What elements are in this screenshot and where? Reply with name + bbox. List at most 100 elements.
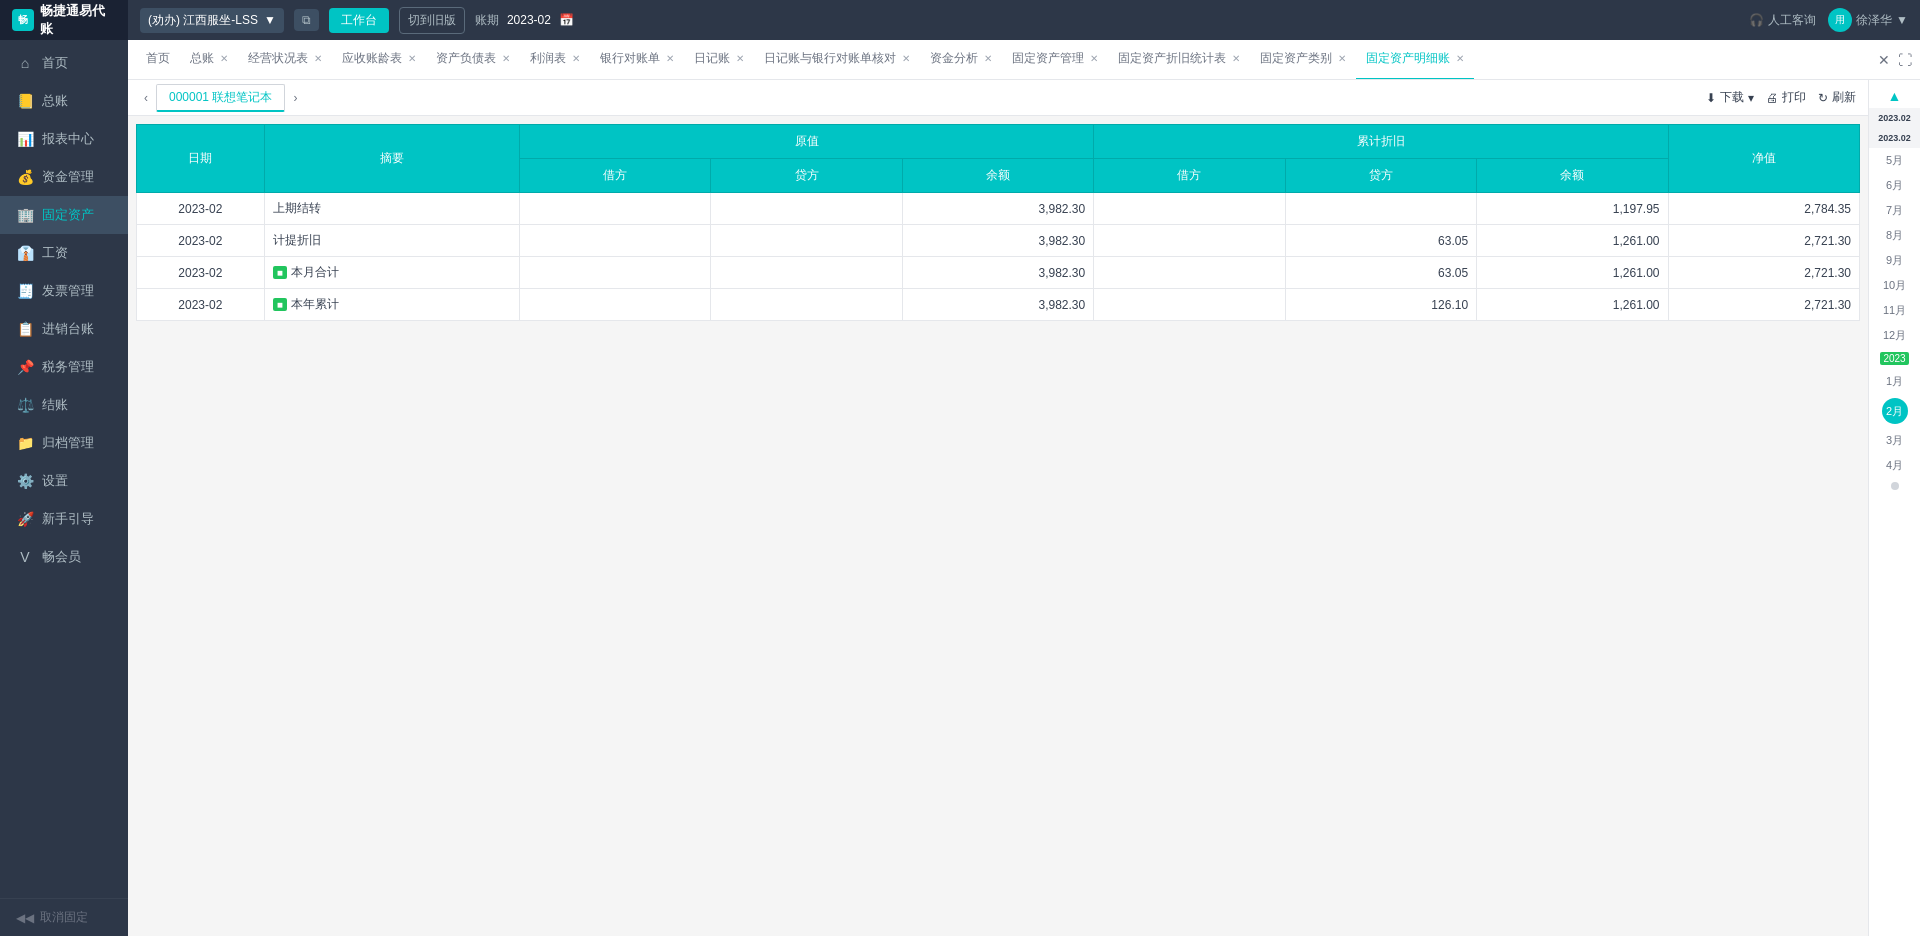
tab-depreciation-stat[interactable]: 固定资产折旧统计表 ✕ [1108,40,1250,80]
sidebar-item-tax[interactable]: 📌 税务管理 [0,348,128,386]
sidebar-item-invoice[interactable]: 🧾 发票管理 [0,272,128,310]
date-nav-4[interactable]: 4月 [1869,453,1920,478]
period-label: 账期 2023-02 📅 [475,12,574,29]
tax-icon: 📌 [16,359,34,375]
print-button[interactable]: 🖨 打印 [1766,89,1806,106]
date-nav-3[interactable]: 3月 [1869,428,1920,453]
tab-receivable-aging[interactable]: 应收账龄表 ✕ [332,40,426,80]
th-orig-credit: 贷方 [711,159,902,193]
tab-depreciation-stat-close[interactable]: ✕ [1232,53,1240,64]
tab-journal[interactable]: 日记账 ✕ [684,40,754,80]
sidebar-item-settings[interactable]: ⚙️ 设置 [0,462,128,500]
vip-icon: V [16,549,34,565]
download-button[interactable]: ⬇ 下载 ▾ [1706,89,1754,106]
tab-asset-mgmt[interactable]: 固定资产管理 ✕ [1002,40,1108,80]
tabbar: 首页 总账 ✕ 经营状况表 ✕ 应收账龄表 ✕ 资产负债表 ✕ 利润表 ✕ 银行… [128,40,1920,80]
copy-button[interactable]: ⧉ [294,9,319,31]
date-nav-11[interactable]: 11月 [1869,298,1920,323]
active-month[interactable]: 2月 [1882,398,1908,424]
closing-icon: ⚖️ [16,397,34,413]
date-nav-10[interactable]: 10月 [1869,273,1920,298]
sidebar-item-home[interactable]: ⌂ 首页 [0,44,128,82]
sidebar-item-funds[interactable]: 💰 资金管理 [0,158,128,196]
date-nav-6[interactable]: 6月 [1869,173,1920,198]
user-service[interactable]: 🎧 人工客询 [1749,12,1816,29]
sidebar-item-inventory[interactable]: 📋 进销台账 [0,310,128,348]
invoice-icon: 🧾 [16,283,34,299]
cell-date: 2023-02 [137,289,265,321]
right-date-nav: ▲ 2023.02 2023.02 5月 6月 7月 8月 9月 10月 11月… [1868,80,1920,936]
date-nav-7[interactable]: 7月 [1869,198,1920,223]
date-nav-1[interactable]: 1月 [1869,369,1920,394]
sidebar-item-archive-label: 归档管理 [42,434,94,452]
tab-bank-statement-label: 银行对账单 [600,50,660,67]
sidebar-item-archive[interactable]: 📁 归档管理 [0,424,128,462]
tab-asset-category-close[interactable]: ✕ [1338,53,1346,64]
cell-orig-credit [711,257,902,289]
tab-reconcile[interactable]: 日记账与银行对账单核对 ✕ [754,40,920,80]
tab-asset-detail-close[interactable]: ✕ [1456,53,1464,64]
tab-close-all-icon[interactable]: ✕ [1878,52,1890,68]
tab-asset-mgmt-close[interactable]: ✕ [1090,53,1098,64]
username: 徐泽华 [1856,12,1892,29]
tab-balance-close[interactable]: ✕ [502,53,510,64]
tab-maximize-icon[interactable]: ⛶ [1898,52,1912,68]
tab-asset-category[interactable]: 固定资产类别 ✕ [1250,40,1356,80]
sidebar-item-closing[interactable]: ⚖️ 结账 [0,386,128,424]
avatar-icon: 用 [1828,8,1852,32]
sidebar-item-ledger[interactable]: 📒 总账 [0,82,128,120]
tab-journal-close[interactable]: ✕ [736,53,744,64]
tab-receivable-close[interactable]: ✕ [408,53,416,64]
cell-acc-credit: 63.05 [1285,225,1476,257]
cell-orig-debit [519,289,710,321]
cell-summary: ■本月合计 [264,257,519,289]
date-nav-up[interactable]: ▲ [1884,84,1906,108]
date-nav-5[interactable]: 5月 [1869,148,1920,173]
date-nav-8[interactable]: 8月 [1869,223,1920,248]
tab-fund-analysis-close[interactable]: ✕ [984,53,992,64]
tab-reconcile-close[interactable]: ✕ [902,53,910,64]
company-selector[interactable]: (劝办) 江西服坐-LSS ▼ [140,8,284,33]
sidebar-item-settings-label: 设置 [42,472,68,490]
active-month-container[interactable]: 2月 [1882,394,1908,428]
calendar-icon[interactable]: 📅 [559,13,574,27]
cell-orig-balance: 3,982.30 [902,257,1093,289]
tab-bank-statement[interactable]: 银行对账单 ✕ [590,40,684,80]
subtab-prev[interactable]: ‹ [140,89,152,107]
tab-home-label: 首页 [146,50,170,67]
user-avatar[interactable]: 用 徐泽华 ▼ [1828,8,1908,32]
th-date: 日期 [137,125,265,193]
sidebar-item-reports[interactable]: 📊 报表中心 [0,120,128,158]
company-dropdown-icon: ▼ [264,13,276,27]
sidebar-item-guide[interactable]: 🚀 新手引导 [0,500,128,538]
asset-detail-table: 日期 摘要 原值 累计折旧 净值 借方 贷方 余额 借方 贷方 余额 [136,124,1860,321]
sidebar-item-ledger-label: 总账 [42,92,68,110]
tab-profit-close[interactable]: ✕ [572,53,580,64]
subtab-next[interactable]: › [289,89,301,107]
tab-home[interactable]: 首页 [136,40,180,80]
tab-balance-sheet[interactable]: 资产负债表 ✕ [426,40,520,80]
sidebar-item-payroll[interactable]: 👔 工资 [0,234,128,272]
tab-ledger-close[interactable]: ✕ [220,53,228,64]
tab-asset-detail[interactable]: 固定资产明细账 ✕ [1356,40,1474,80]
switch-old-button[interactable]: 切到旧版 [399,7,465,34]
date-nav-9[interactable]: 9月 [1869,248,1920,273]
refresh-button[interactable]: ↻ 刷新 [1818,89,1856,106]
table-row: 2023-02 上期结转 3,982.30 1,197.95 2,784.35 [137,193,1860,225]
subtab-asset[interactable]: 000001 联想笔记本 [156,84,285,112]
cell-date: 2023-02 [137,225,265,257]
tab-profit[interactable]: 利润表 ✕ [520,40,590,80]
tab-profit-label: 利润表 [530,50,566,67]
tab-business-close[interactable]: ✕ [314,53,322,64]
sidebar-collapse[interactable]: ◀◀ 取消固定 [0,898,128,936]
sidebar-item-vip[interactable]: V 畅会员 [0,538,128,576]
tab-business-status[interactable]: 经营状况表 ✕ [238,40,332,80]
main-panel: ‹ 000001 联想笔记本 › ⬇ 下载 ▾ 🖨 [128,80,1868,936]
tab-bank-close[interactable]: ✕ [666,53,674,64]
sidebar-item-fixed-assets[interactable]: 🏢 固定资产 [0,196,128,234]
tab-ledger[interactable]: 总账 ✕ [180,40,238,80]
company-name: (劝办) 江西服坐-LSS [148,12,258,29]
workbench-button[interactable]: 工作台 [329,8,389,33]
tab-fund-analysis[interactable]: 资金分析 ✕ [920,40,1002,80]
date-nav-12[interactable]: 12月 [1869,323,1920,348]
